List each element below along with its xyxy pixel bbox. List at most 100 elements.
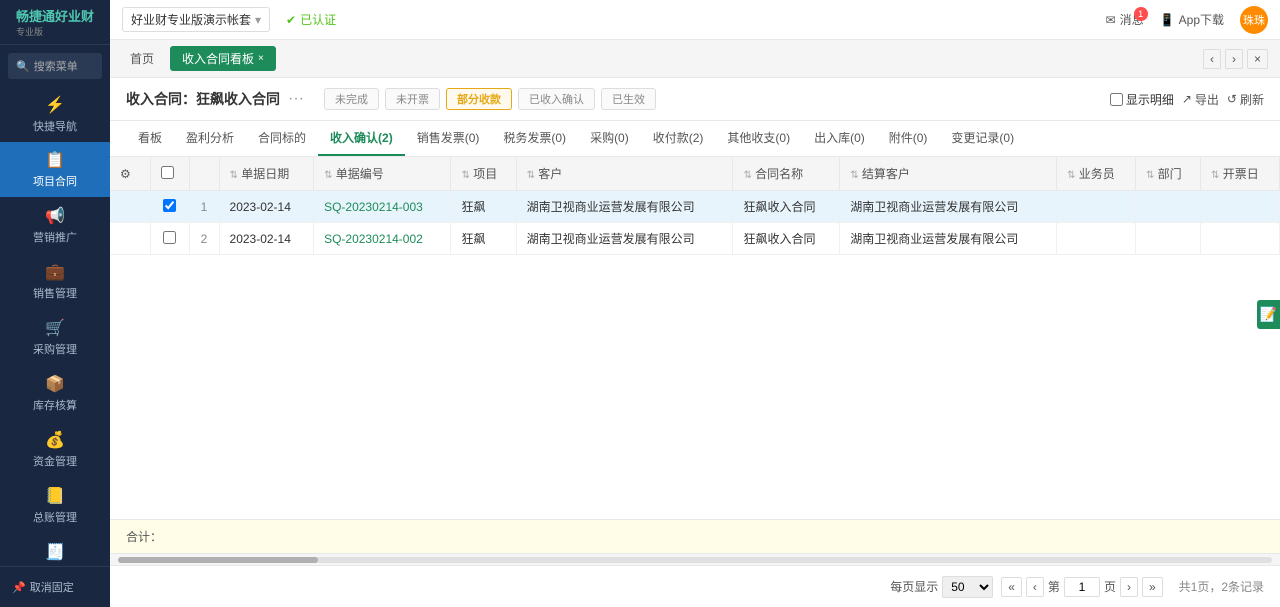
title-prefix: 收入合同：	[126, 91, 196, 107]
td-checkbox[interactable]	[150, 223, 189, 255]
home-tab[interactable]: 首页	[122, 46, 162, 71]
status-effective[interactable]: 已生效	[601, 88, 656, 110]
th-contract-name[interactable]: ⇅ 合同名称	[733, 157, 840, 191]
data-table: ⚙ ⇅ 单据日期 ⇅ 单据编号 ⇅ 项目 ⇅ 客户 ⇅ 合同名称 ⇅ 结算客户 …	[110, 157, 1280, 255]
sidebar-item-label: 项目合同	[33, 173, 77, 189]
sidebar-item-invoice[interactable]: 🧾 发票管理	[0, 534, 110, 566]
tab-prev-button[interactable]: ‹	[1203, 49, 1221, 69]
th-salesperson[interactable]: ⇅ 业务员	[1057, 157, 1136, 191]
page-header-actions: 显示明细 ↗ 导出 ↺ 刷新	[1110, 91, 1264, 108]
more-options-button[interactable]: ···	[288, 90, 304, 108]
status-incomplete[interactable]: 未完成	[324, 88, 379, 110]
th-settlement-customer[interactable]: ⇅ 结算客户	[840, 157, 1057, 191]
topbar-right: ✉ 1 消息 📱 App下载 珠珠	[1106, 6, 1268, 34]
doc-code-link[interactable]: SQ-20230214-002	[324, 232, 423, 246]
sidebar-item-inventory[interactable]: 📦 库存核算	[0, 366, 110, 421]
sidebar-item-label: 采购管理	[33, 341, 77, 357]
sidebar-item-purchase[interactable]: 🛒 采购管理	[0, 310, 110, 365]
sidebar-bottom: 📌 取消固定	[0, 566, 110, 607]
message-badge: 1	[1134, 7, 1148, 21]
td-code: SQ-20230214-002	[314, 223, 451, 255]
row-checkbox[interactable]	[163, 199, 176, 212]
detail-checkbox-input[interactable]	[1110, 93, 1123, 106]
tab-next-button[interactable]: ›	[1225, 49, 1243, 69]
tab-out-storage[interactable]: 出入库(0)	[802, 121, 877, 156]
sales-icon: 💼	[45, 262, 65, 282]
table-row[interactable]: 2 2023-02-14 SQ-20230214-002 狂飙 湖南卫视商业运营…	[110, 223, 1280, 255]
search-menu-button[interactable]: 🔍 搜索菜单	[8, 53, 102, 79]
app-download-button[interactable]: 📱 App下载	[1160, 11, 1224, 28]
marketing-icon: 📢	[45, 206, 65, 226]
sidebar-item-funds[interactable]: 💰 资金管理	[0, 422, 110, 477]
footer: 每页显示 20 50 100 « ‹ 第 页 › » 共1页，2条记录	[110, 565, 1280, 607]
td-open-date	[1201, 223, 1280, 255]
sort-icon: ⇅	[1211, 170, 1219, 181]
project-contract-icon: 📋	[45, 150, 65, 170]
status-partial[interactable]: 部分收款	[446, 88, 512, 110]
sidebar-pin-toggle[interactable]: 📌 取消固定	[8, 575, 102, 599]
th-project[interactable]: ⇅ 项目	[451, 157, 516, 191]
row-checkbox[interactable]	[163, 231, 176, 244]
tab-contract-standard[interactable]: 合同标的	[246, 121, 318, 156]
export-button[interactable]: ↗ 导出	[1182, 91, 1219, 108]
status-not-invoiced[interactable]: 未开票	[385, 88, 440, 110]
th-checkbox[interactable]	[150, 157, 189, 191]
sidebar-item-sales[interactable]: 💼 销售管理	[0, 254, 110, 309]
prev-page-button[interactable]: ‹	[1026, 577, 1044, 597]
th-code[interactable]: ⇅ 单据编号	[314, 157, 451, 191]
search-menu-label: 搜索菜单	[34, 58, 78, 74]
message-button[interactable]: ✉ 1 消息	[1106, 11, 1144, 28]
tab-close-button[interactable]: ×	[1247, 49, 1268, 69]
scrollbar-track[interactable]	[118, 557, 1272, 563]
th-customer[interactable]: ⇅ 客户	[516, 157, 733, 191]
tab-other-income[interactable]: 其他收支(0)	[715, 121, 802, 156]
app-logo-sub: 专业版	[16, 25, 94, 38]
doc-code-link[interactable]: SQ-20230214-003	[324, 200, 423, 214]
sort-icon: ⇅	[1067, 170, 1075, 181]
close-tab-button[interactable]: ×	[258, 53, 264, 64]
tab-payment[interactable]: 收付款(2)	[641, 121, 716, 156]
th-open-date[interactable]: ⇅ 开票日	[1201, 157, 1280, 191]
page-input[interactable]	[1064, 577, 1100, 597]
sidebar-nav: 📋 项目合同 📢 营销推广 💼 销售管理 🛒 采购管理 📦 库存核算 💰 资金管…	[0, 142, 110, 566]
show-detail-checkbox[interactable]: 显示明细	[1110, 91, 1174, 108]
first-page-button[interactable]: «	[1001, 577, 1022, 597]
th-date[interactable]: ⇅ 单据日期	[219, 157, 314, 191]
active-tab[interactable]: 收入合同看板 ×	[170, 46, 276, 71]
next-page-button[interactable]: ›	[1120, 577, 1138, 597]
td-contract-name: 狂飙收入合同	[733, 191, 840, 223]
horizontal-scrollbar[interactable]	[110, 553, 1280, 565]
td-open-date	[1201, 191, 1280, 223]
sidebar-item-label: 销售管理	[33, 285, 77, 301]
purchase-icon: 🛒	[45, 318, 65, 338]
sidebar-item-project-contract[interactable]: 📋 项目合同	[0, 142, 110, 197]
tab-profit[interactable]: 盈利分析	[174, 121, 246, 156]
page-size-select[interactable]: 20 50 100	[942, 576, 993, 598]
tab-purchase[interactable]: 采购(0)	[578, 121, 641, 156]
td-checkbox[interactable]	[150, 191, 189, 223]
invoice-icon: 🧾	[45, 542, 65, 562]
last-page-button[interactable]: »	[1142, 577, 1163, 597]
select-all-checkbox[interactable]	[161, 166, 174, 179]
tab-revenue-confirm[interactable]: 收入确认(2)	[318, 121, 405, 156]
company-selector[interactable]: 好业财专业版演示帐套 ▾	[122, 7, 270, 32]
tab-sales-invoice[interactable]: 销售发票(0)	[405, 121, 492, 156]
page-header: 收入合同：狂飙收入合同 ··· 未完成 未开票 部分收款 已收入确认 已生效 显…	[110, 78, 1280, 121]
sidebar-item-marketing[interactable]: 📢 营销推广	[0, 198, 110, 253]
tab-tax-invoice[interactable]: 税务发票(0)	[491, 121, 578, 156]
tab-kanban[interactable]: 看板	[126, 121, 174, 156]
right-sidebar-note-button[interactable]: 📝	[1257, 300, 1280, 329]
tab-attachment[interactable]: 附件(0)	[877, 121, 940, 156]
message-icon: ✉	[1106, 13, 1116, 27]
th-settings[interactable]: ⚙	[110, 157, 150, 191]
refresh-button[interactable]: ↺ 刷新	[1227, 91, 1264, 108]
sidebar-item-quick-nav[interactable]: ⚡ 快捷导航	[0, 87, 110, 142]
th-department[interactable]: ⇅ 部门	[1135, 157, 1200, 191]
td-code: SQ-20230214-003	[314, 191, 451, 223]
user-avatar[interactable]: 珠珠	[1240, 6, 1268, 34]
status-confirmed[interactable]: 已收入确认	[518, 88, 595, 110]
scrollbar-thumb[interactable]	[118, 557, 318, 563]
sidebar-item-general-ledger[interactable]: 📒 总账管理	[0, 478, 110, 533]
tab-change-log[interactable]: 变更记录(0)	[939, 121, 1026, 156]
table-row[interactable]: 1 2023-02-14 SQ-20230214-003 狂飙 湖南卫视商业运营…	[110, 191, 1280, 223]
